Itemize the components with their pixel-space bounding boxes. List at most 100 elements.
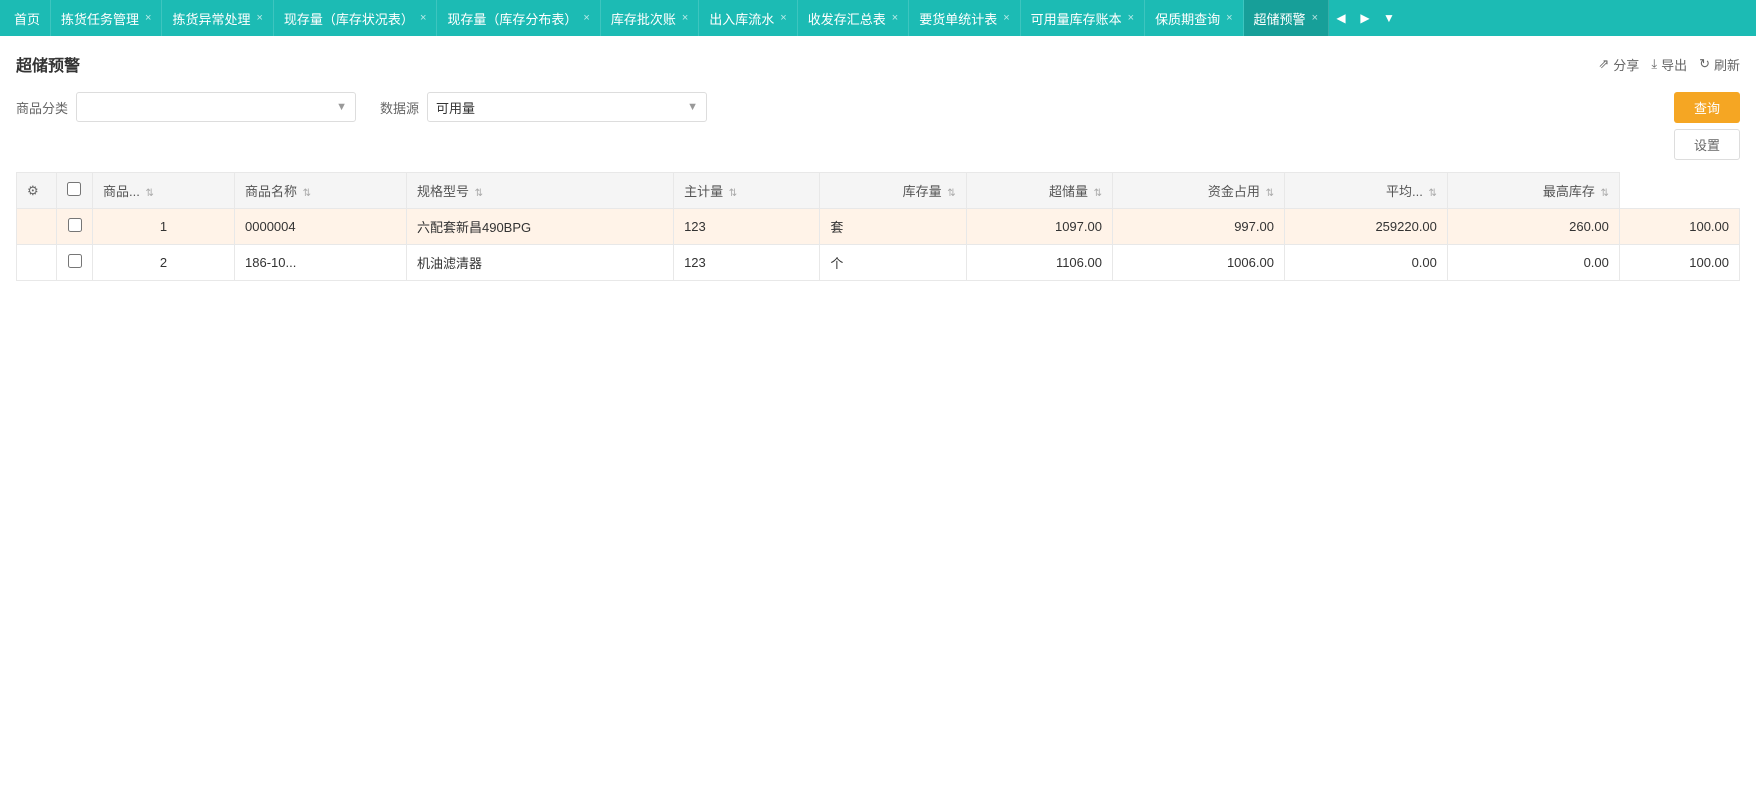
td-stock-0: 1097.00 xyxy=(966,209,1112,245)
th-capital[interactable]: 资金占用 ⇅ xyxy=(1112,173,1284,209)
nav-stock-dist-close[interactable]: × xyxy=(583,12,589,24)
th-max-stock[interactable]: 最高库存 ⇅ xyxy=(1447,173,1619,209)
filter-section: 商品分类 ▼ 数据源 可用量 ▼ 查询 设置 xyxy=(16,92,1740,160)
row-checkbox-1[interactable] xyxy=(68,254,82,268)
td-settings-1 xyxy=(17,245,57,281)
share-label: 分享 xyxy=(1613,55,1639,74)
nav-overstock-close[interactable]: × xyxy=(1312,12,1318,24)
nav-stock-status[interactable]: 现存量（库存状况表） × xyxy=(274,0,437,36)
product-category-select[interactable]: ▼ xyxy=(76,92,356,122)
row-checkbox-0[interactable] xyxy=(68,218,82,232)
th-over-stock[interactable]: 超储量 ⇅ xyxy=(966,173,1112,209)
nav-inout[interactable]: 出入库流水 × xyxy=(699,0,797,36)
nav-more-arrow[interactable]: ▼ xyxy=(1377,0,1401,36)
nav-order-stat[interactable]: 要货单统计表 × xyxy=(909,0,1020,36)
th-max-stock-sort-icon: ⇅ xyxy=(1600,188,1608,199)
nav-available-close[interactable]: × xyxy=(1128,12,1134,24)
th-unit[interactable]: 主计量 ⇅ xyxy=(674,173,820,209)
td-capital-1: 0.00 xyxy=(1284,245,1447,281)
table-row: 1 0000004 六配套新昌490BPG 123 套 1097.00 997.… xyxy=(17,209,1740,245)
action-buttons: 查询 设置 xyxy=(1674,92,1740,160)
nav-next-arrow[interactable]: ▶ xyxy=(1353,0,1377,36)
nav-inout-close[interactable]: × xyxy=(780,12,786,24)
query-button[interactable]: 查询 xyxy=(1674,92,1740,123)
page-title: 超储预警 xyxy=(16,52,80,76)
td-num-1: 2 xyxy=(93,245,235,281)
td-max-stock-0: 100.00 xyxy=(1619,209,1739,245)
top-nav: 首页 拣货任务管理 × 拣货异常处理 × 现存量（库存状况表） × 现存量（库存… xyxy=(0,0,1756,36)
nav-summary[interactable]: 收发存汇总表 × xyxy=(798,0,909,36)
nav-expiry[interactable]: 保质期查询 × xyxy=(1145,0,1243,36)
datasource-filter: 数据源 可用量 ▼ xyxy=(380,92,707,122)
datasource-select[interactable]: 可用量 ▼ xyxy=(427,92,707,122)
nav-pick-task-label: 拣货任务管理 xyxy=(61,9,139,28)
table-row: 2 186-10... 机油滤清器 123 个 1106.00 1006.00 … xyxy=(17,245,1740,281)
refresh-button[interactable]: ↻ 刷新 xyxy=(1699,55,1740,74)
share-button[interactable]: ⇗ 分享 xyxy=(1598,55,1639,74)
th-avg[interactable]: 平均... ⇅ xyxy=(1284,173,1447,209)
nav-available-label: 可用量库存账本 xyxy=(1031,9,1122,28)
nav-batch-label: 库存批次账 xyxy=(611,9,676,28)
nav-batch[interactable]: 库存批次账 × xyxy=(601,0,699,36)
product-category-arrow-icon: ▼ xyxy=(336,101,347,113)
datasource-label: 数据源 xyxy=(380,98,419,117)
th-over-stock-label: 超储量 xyxy=(1049,184,1088,199)
nav-stock-dist[interactable]: 现存量（库存分布表） × xyxy=(437,0,600,36)
td-spec-0: 123 xyxy=(674,209,820,245)
nav-pick-task[interactable]: 拣货任务管理 × xyxy=(51,0,162,36)
th-settings: ⚙ xyxy=(17,173,57,209)
td-product-code-1: 186-10... xyxy=(235,245,407,281)
nav-pick-task-close[interactable]: × xyxy=(145,12,151,24)
th-product-code-label: 商品... xyxy=(103,184,140,199)
th-product-name-sort-icon: ⇅ xyxy=(303,188,311,199)
nav-order-stat-label: 要货单统计表 xyxy=(919,9,997,28)
th-avg-label: 平均... xyxy=(1386,184,1423,199)
nav-summary-close[interactable]: × xyxy=(892,12,898,24)
th-product-name[interactable]: 商品名称 ⇅ xyxy=(235,173,407,209)
nav-pick-exception[interactable]: 拣货异常处理 × xyxy=(162,0,273,36)
th-avg-sort-icon: ⇅ xyxy=(1429,188,1437,199)
td-settings-0 xyxy=(17,209,57,245)
page-header: 超储预警 ⇗ 分享 ⤓ 导出 ↻ 刷新 xyxy=(16,52,1740,76)
nav-stock-status-close[interactable]: × xyxy=(420,12,426,24)
nav-available[interactable]: 可用量库存账本 × xyxy=(1021,0,1145,36)
td-avg-0: 260.00 xyxy=(1447,209,1619,245)
refresh-label: 刷新 xyxy=(1714,55,1740,74)
settings-gear-icon[interactable]: ⚙ xyxy=(27,183,39,198)
th-capital-label: 资金占用 xyxy=(1208,184,1260,199)
td-checkbox-1 xyxy=(57,245,93,281)
export-button[interactable]: ⤓ 导出 xyxy=(1651,55,1687,74)
nav-home[interactable]: 首页 xyxy=(4,0,51,36)
nav-expiry-close[interactable]: × xyxy=(1226,12,1232,24)
nav-overstock-label: 超储预警 xyxy=(1254,9,1306,28)
nav-order-stat-close[interactable]: × xyxy=(1003,12,1009,24)
th-stock[interactable]: 库存量 ⇅ xyxy=(820,173,966,209)
td-num-0: 1 xyxy=(93,209,235,245)
nav-prev-arrow[interactable]: ◀ xyxy=(1329,0,1353,36)
data-table: ⚙ 商品... ⇅ 商品名称 ⇅ 规格型号 ⇅ 主计量 xyxy=(16,172,1740,281)
th-product-code[interactable]: 商品... ⇅ xyxy=(93,173,235,209)
td-over-stock-0: 997.00 xyxy=(1112,209,1284,245)
datasource-arrow-icon: ▼ xyxy=(687,101,698,113)
th-over-stock-sort-icon: ⇅ xyxy=(1094,188,1102,199)
th-capital-sort-icon: ⇅ xyxy=(1266,188,1274,199)
nav-pick-exception-label: 拣货异常处理 xyxy=(172,9,250,28)
table-header: ⚙ 商品... ⇅ 商品名称 ⇅ 规格型号 ⇅ 主计量 xyxy=(17,173,1740,209)
nav-overstock[interactable]: 超储预警 × xyxy=(1244,0,1329,36)
th-stock-sort-icon: ⇅ xyxy=(947,188,955,199)
product-category-filter: 商品分类 ▼ xyxy=(16,92,356,122)
nav-pick-exception-close[interactable]: × xyxy=(256,12,262,24)
th-product-code-sort-icon: ⇅ xyxy=(145,188,153,199)
th-product-name-label: 商品名称 xyxy=(245,184,297,199)
table-body: 1 0000004 六配套新昌490BPG 123 套 1097.00 997.… xyxy=(17,209,1740,281)
td-product-code-0: 0000004 xyxy=(235,209,407,245)
settings-button[interactable]: 设置 xyxy=(1674,129,1740,160)
th-unit-sort-icon: ⇅ xyxy=(729,188,737,199)
td-unit-1: 个 xyxy=(820,245,966,281)
th-spec-label: 规格型号 xyxy=(417,184,469,199)
nav-batch-close[interactable]: × xyxy=(682,12,688,24)
th-spec[interactable]: 规格型号 ⇅ xyxy=(406,173,673,209)
select-all-checkbox[interactable] xyxy=(67,182,81,196)
th-stock-label: 库存量 xyxy=(903,184,942,199)
nav-inout-label: 出入库流水 xyxy=(709,9,774,28)
